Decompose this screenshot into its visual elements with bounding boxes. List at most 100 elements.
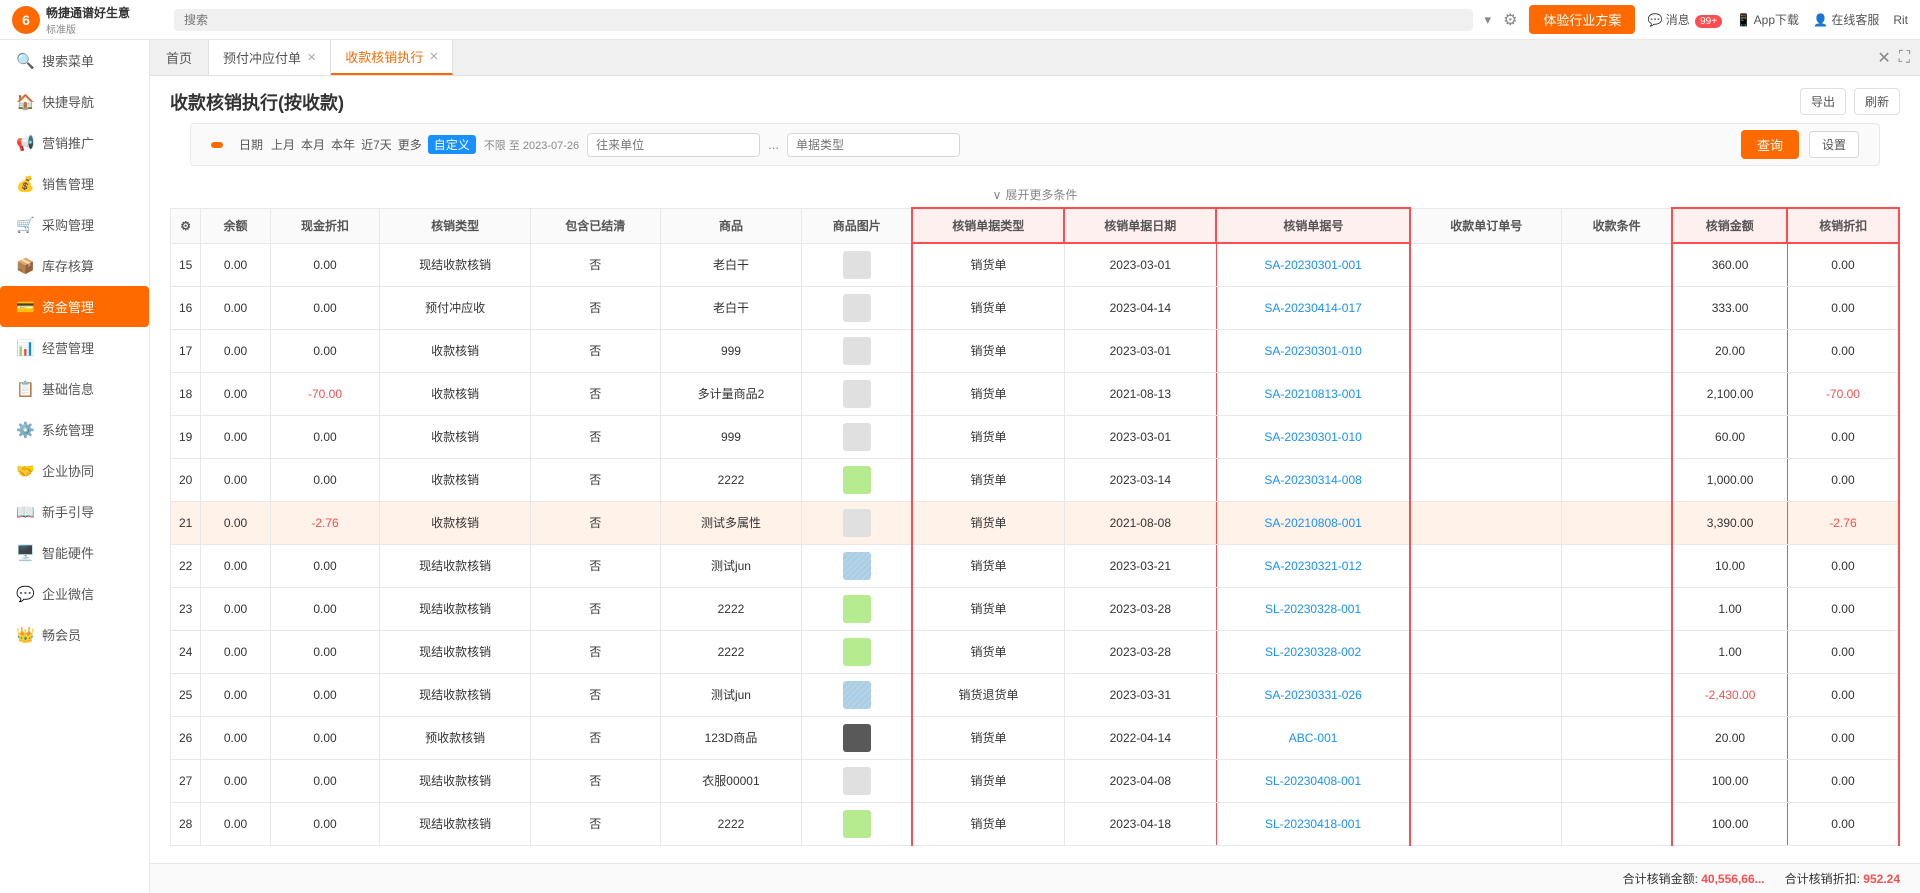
cell-doc-type: 销货单: [912, 759, 1064, 802]
cell-product: 2222: [660, 458, 801, 501]
cell-product: 2222: [660, 630, 801, 673]
cell-receipt-no: [1410, 501, 1561, 544]
cell-discount: 0.00: [1787, 286, 1899, 329]
date-more[interactable]: 更多: [398, 136, 422, 153]
sidebar: 🔍 搜索菜单 🏠 快捷导航 📢 营销推广 💰 销售管理 🛒 采购管理 📦 库存核…: [0, 40, 150, 893]
industry-solution-button[interactable]: 体验行业方案: [1529, 5, 1635, 34]
online-service-link[interactable]: 👤 在线客服: [1813, 11, 1879, 28]
date-7-days[interactable]: 近7天: [361, 136, 392, 153]
cell-doc-type: 销货单: [912, 458, 1064, 501]
cell-doc-date: 2023-03-31: [1064, 673, 1216, 716]
messages-link[interactable]: 💬 消息 99+: [1647, 11, 1722, 28]
sidebar-item-marketing[interactable]: 📢 营销推广: [0, 122, 149, 163]
tab-expand-icon[interactable]: ⛶: [1899, 49, 1910, 67]
cell-doc-type: 销货单: [912, 802, 1064, 845]
doc-no-link[interactable]: SA-20210808-001: [1264, 516, 1361, 530]
doc-no-link[interactable]: SA-20230301-010: [1264, 430, 1361, 444]
tab-home[interactable]: 首页: [150, 40, 209, 75]
cell-balance: 0.00: [201, 243, 270, 286]
settings-icon[interactable]: ⚙: [1503, 10, 1517, 30]
export-button[interactable]: 导出: [1800, 88, 1846, 115]
sidebar-item-enterprise[interactable]: 🤝 企业协同: [0, 450, 149, 491]
cell-amount: 100.00: [1672, 759, 1787, 802]
top-bar: 6 畅捷通谱好生意 标准版 ▾ ⚙ 体验行业方案 💬 消息 99+ 📱 App下…: [0, 0, 1920, 40]
table-row: 27 0.00 0.00 现结收款核销 否 衣服00001 销货单 2023-0…: [171, 759, 1900, 802]
partner-filter-input[interactable]: [587, 133, 760, 157]
sidebar-item-system[interactable]: ⚙️ 系统管理: [0, 409, 149, 450]
date-this-month[interactable]: 本月: [301, 136, 325, 153]
cell-doc-date: 2021-08-13: [1064, 372, 1216, 415]
tab-close-icon[interactable]: ✕: [1877, 48, 1890, 68]
content-area: 首页 预付冲应付单 ✕ 收款核销执行 ✕ ✕ ⛶ 收款核销执行(按收款) 导出: [150, 40, 1920, 893]
filter-settings-button[interactable]: 设置: [1809, 131, 1859, 158]
doc-no-link[interactable]: SL-20230328-001: [1265, 602, 1361, 616]
doc-no-link[interactable]: SL-20230408-001: [1265, 774, 1361, 788]
sidebar-item-guide[interactable]: 📖 新手引导: [0, 491, 149, 532]
cell-receipt-no: [1410, 630, 1561, 673]
sidebar-item-member[interactable]: 👑 畅会员: [0, 614, 149, 655]
search-chevron-icon[interactable]: ▾: [1485, 12, 1492, 28]
top-search-input[interactable]: [174, 9, 1473, 31]
tab-prepay[interactable]: 预付冲应付单 ✕: [209, 40, 331, 75]
tab-receipt[interactable]: 收款核销执行 ✕: [331, 40, 453, 75]
doc-no-link[interactable]: SA-20230314-008: [1264, 473, 1361, 487]
doc-type-filter-input[interactable]: [787, 133, 960, 157]
page-actions: 导出 刷新: [1800, 88, 1900, 115]
doc-no-link[interactable]: SA-20210813-001: [1264, 387, 1361, 401]
sidebar-item-purchase[interactable]: 🛒 采购管理: [0, 204, 149, 245]
cell-balance: 0.00: [201, 673, 270, 716]
date-this-year[interactable]: 本年: [331, 136, 355, 153]
doc-no-link[interactable]: SA-20230331-026: [1264, 688, 1361, 702]
top-right-area: 💬 消息 99+ 📱 App下载 👤 在线客服 Rit: [1647, 11, 1908, 28]
doc-no-link[interactable]: ABC-001: [1289, 731, 1338, 745]
doc-no-link[interactable]: SL-20230418-001: [1265, 817, 1361, 831]
table-row: 21 0.00 -2.76 收款核销 否 测试多属性 销货单 2021-08-0…: [171, 501, 1900, 544]
cell-settled: 否: [530, 329, 660, 372]
sidebar-item-sales[interactable]: 💰 销售管理: [0, 163, 149, 204]
sidebar-item-hardware[interactable]: 🖥️ 智能硬件: [0, 532, 149, 573]
sidebar-item-wechat[interactable]: 💬 企业微信: [0, 573, 149, 614]
date-custom[interactable]: 自定义: [428, 135, 476, 154]
sidebar-item-shortcut[interactable]: 🏠 快捷导航: [0, 81, 149, 122]
cell-settled: 否: [530, 544, 660, 587]
cell-cash-discount: -70.00: [270, 372, 380, 415]
sidebar-item-search[interactable]: 🔍 搜索菜单: [0, 40, 149, 81]
filter-expand-button[interactable]: [211, 142, 223, 148]
sidebar-item-basic[interactable]: 📋 基础信息: [0, 368, 149, 409]
tab-close-prepay[interactable]: ✕: [307, 51, 316, 64]
doc-no-link[interactable]: SA-20230414-017: [1264, 301, 1361, 315]
expand-more-button[interactable]: ∨ 展开更多条件: [993, 186, 1078, 203]
cell-receipt-no: [1410, 759, 1561, 802]
cell-type: 收款核销: [380, 329, 530, 372]
query-button[interactable]: 查询: [1741, 130, 1799, 159]
refresh-button[interactable]: 刷新: [1854, 88, 1900, 115]
sidebar-item-operation[interactable]: 📊 经营管理: [0, 327, 149, 368]
sidebar-item-inventory[interactable]: 📦 库存核算: [0, 245, 149, 286]
user-name[interactable]: Rit: [1893, 13, 1908, 27]
enterprise-icon: 🤝: [16, 462, 34, 480]
cell-product-img: [802, 286, 913, 329]
cell-doc-no: SA-20230301-010: [1216, 415, 1410, 458]
doc-no-link[interactable]: SA-20230301-001: [1264, 258, 1361, 272]
date-last-month[interactable]: 上月: [271, 136, 295, 153]
cell-discount: 0.00: [1787, 243, 1899, 286]
cell-condition: [1562, 716, 1673, 759]
cell-amount: 2,100.00: [1672, 372, 1787, 415]
sidebar-item-finance[interactable]: 💳 资金管理: [0, 286, 149, 327]
cell-doc-date: 2023-03-01: [1064, 415, 1216, 458]
guide-icon: 📖: [16, 503, 34, 521]
main-table: ⚙ 余额 现金折扣 核销类型 包含已结清 商品 商品图片 核销单据类型 核销单据…: [170, 207, 1900, 846]
cell-doc-no: SA-20210808-001: [1216, 501, 1410, 544]
app-download-link[interactable]: 📱 App下载: [1736, 11, 1799, 28]
tab-close-receipt[interactable]: ✕: [429, 50, 438, 63]
cell-settled: 否: [530, 716, 660, 759]
cell-discount: 0.00: [1787, 458, 1899, 501]
doc-no-link[interactable]: SL-20230328-002: [1265, 645, 1361, 659]
cell-type: 收款核销: [380, 372, 530, 415]
sales-icon: 💰: [16, 175, 34, 193]
cell-product: 测试jun: [660, 544, 801, 587]
th-settings[interactable]: ⚙: [171, 208, 201, 243]
doc-no-link[interactable]: SA-20230321-012: [1264, 559, 1361, 573]
th-balance: 余额: [201, 208, 270, 243]
doc-no-link[interactable]: SA-20230301-010: [1264, 344, 1361, 358]
